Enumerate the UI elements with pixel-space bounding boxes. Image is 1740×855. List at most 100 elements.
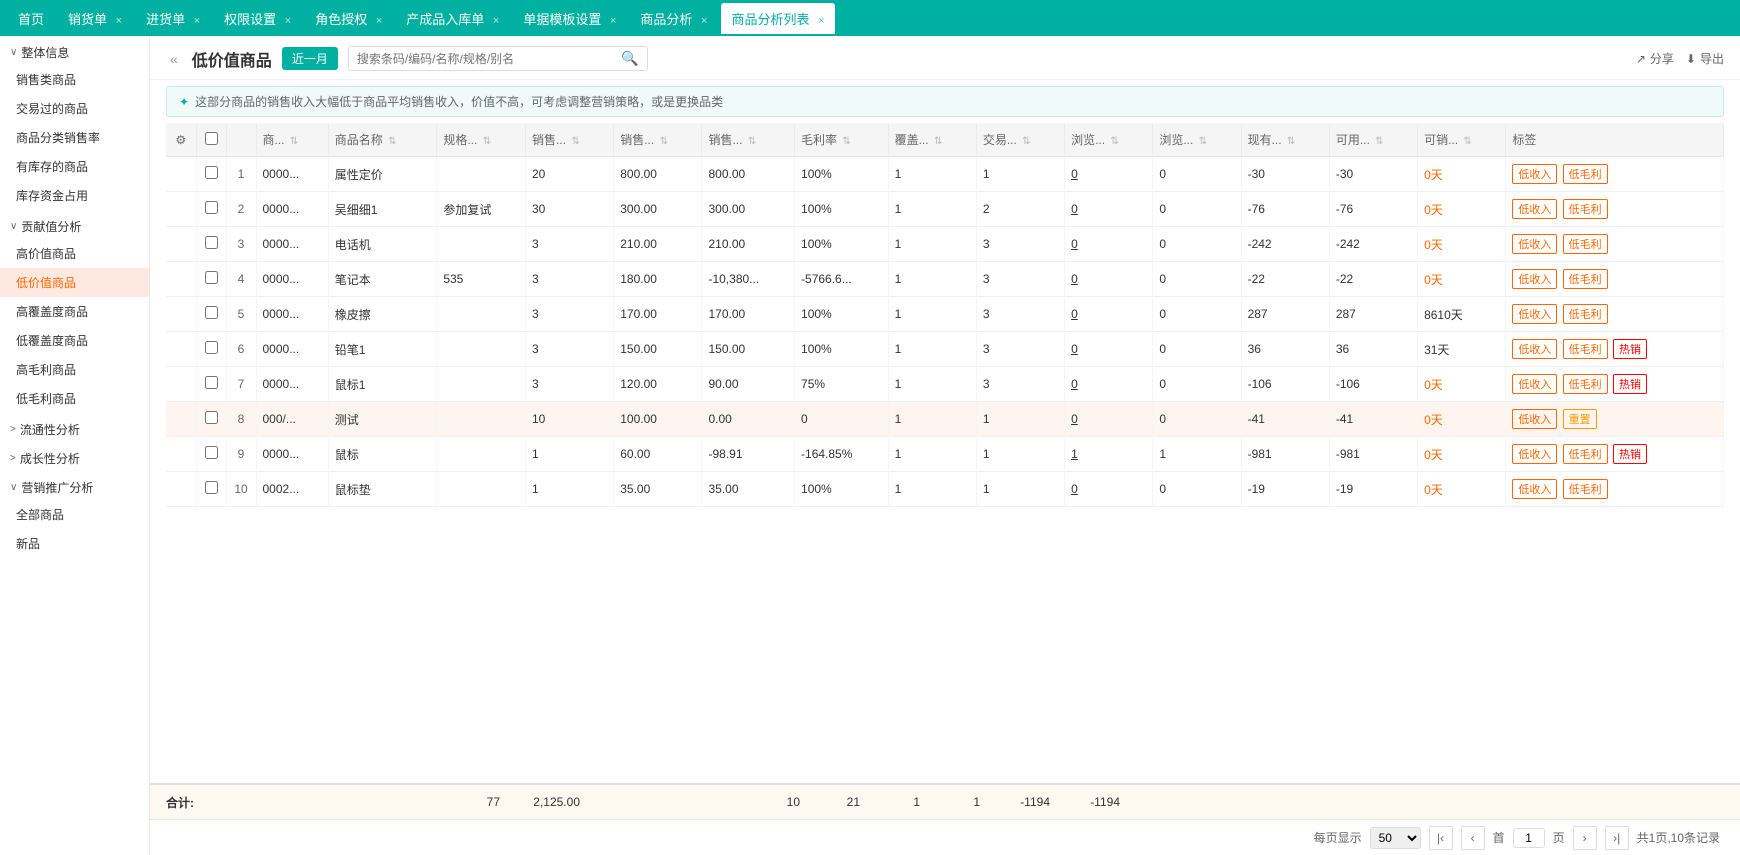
table-container[interactable]: ⚙ 商... ⇅ 商品名称 ⇅ 规格... ⇅ 销售... ⇅ 销售... ⇅ … [166,123,1724,783]
sidebar-section-flow[interactable]: > 流通性分析 [0,413,149,442]
next-page-button[interactable]: › [1573,826,1597,850]
browse1-link[interactable]: 0 [1071,377,1078,391]
close-icon[interactable]: × [194,15,200,27]
row-checkbox[interactable] [205,271,218,284]
row-browse1[interactable]: 0 [1065,472,1153,507]
row-browse1[interactable]: 0 [1065,367,1153,402]
row-checkbox[interactable] [205,446,218,459]
col-sales-amount[interactable]: 销售... ⇅ [702,123,795,157]
sidebar-collapse-button[interactable]: « [166,49,182,69]
search-icon[interactable]: 🔍 [621,50,638,67]
sidebar-item-new-goods[interactable]: 新品 [0,529,149,558]
col-sales-price[interactable]: 销售... ⇅ [614,123,702,157]
row-checkbox-cell[interactable] [196,472,226,507]
export-button[interactable]: ⬇ 导出 [1686,50,1724,67]
nav-item-goods[interactable]: 商品分析 × [630,3,717,34]
row-checkbox-cell[interactable] [196,157,226,192]
filter-period-button[interactable]: 近一月 [282,47,338,70]
col-name[interactable]: 商品名称 ⇅ [328,123,437,157]
col-spec[interactable]: 规格... ⇅ [437,123,526,157]
nav-item-product[interactable]: 产成品入库单 × [396,3,509,34]
nav-item-template[interactable]: 单据模板设置 × [513,3,626,34]
row-checkbox[interactable] [205,306,218,319]
sidebar-item-traded-goods[interactable]: 交易过的商品 [0,94,149,123]
row-browse1[interactable]: 0 [1065,297,1153,332]
search-input[interactable] [357,52,617,66]
browse1-link[interactable]: 0 [1071,307,1078,321]
sidebar-item-high-coverage[interactable]: 高覆盖度商品 [0,297,149,326]
row-checkbox-cell[interactable] [196,192,226,227]
row-browse1[interactable]: 0 [1065,192,1153,227]
row-browse1[interactable]: 0 [1065,262,1153,297]
close-icon[interactable]: × [818,15,824,27]
row-checkbox-cell[interactable] [196,227,226,262]
sidebar-item-stock-goods[interactable]: 有库存的商品 [0,152,149,181]
row-browse1[interactable]: 1 [1065,437,1153,472]
sidebar-item-stock-capital[interactable]: 库存资金占用 [0,181,149,210]
close-icon[interactable]: × [116,15,122,27]
col-sales-qty[interactable]: 销售... ⇅ [525,123,613,157]
select-all-checkbox[interactable] [205,132,218,145]
sidebar-item-sales-goods[interactable]: 销售类商品 [0,65,149,94]
page-number-input[interactable] [1513,828,1545,848]
row-checkbox-cell[interactable] [196,367,226,402]
browse1-link[interactable]: 0 [1071,167,1078,181]
row-checkbox[interactable] [205,236,218,249]
browse1-link[interactable]: 0 [1071,482,1078,496]
sidebar-item-low-coverage[interactable]: 低覆盖度商品 [0,326,149,355]
close-icon[interactable]: × [701,15,707,27]
share-button[interactable]: ↗ 分享 [1636,50,1674,67]
row-browse1[interactable]: 0 [1065,402,1153,437]
sidebar-item-high-margin[interactable]: 高毛利商品 [0,355,149,384]
col-browse2[interactable]: 浏览... ⇅ [1153,123,1241,157]
row-checkbox-cell[interactable] [196,262,226,297]
col-available[interactable]: 可用... ⇅ [1329,123,1417,157]
nav-item-permission[interactable]: 权限设置 × [214,3,301,34]
row-checkbox[interactable] [205,481,218,494]
col-gross-rate[interactable]: 毛利率 ⇅ [795,123,889,157]
sidebar-section-growth[interactable]: > 成长性分析 [0,442,149,471]
first-page-button[interactable]: |‹ [1429,826,1453,850]
sidebar-item-low-margin[interactable]: 低毛利商品 [0,384,149,413]
sidebar-item-high-value[interactable]: 高价值商品 [0,239,149,268]
close-icon[interactable]: × [376,15,382,27]
browse1-link[interactable]: 0 [1071,202,1078,216]
col-settings[interactable]: ⚙ [166,123,196,157]
nav-item-role[interactable]: 角色授权 × [305,3,392,34]
row-browse1[interactable]: 0 [1065,227,1153,262]
per-page-select[interactable]: 50 100 200 [1370,827,1421,849]
sidebar-section-marketing[interactable]: ∨ 营销推广分析 [0,471,149,500]
row-browse1[interactable]: 0 [1065,332,1153,367]
close-icon[interactable]: × [610,15,616,27]
col-stock[interactable]: 现有... ⇅ [1241,123,1329,157]
browse1-link[interactable]: 1 [1071,447,1078,461]
row-checkbox[interactable] [205,201,218,214]
row-checkbox[interactable] [205,411,218,424]
prev-page-button[interactable]: ‹ [1461,826,1485,850]
row-checkbox[interactable] [205,376,218,389]
row-checkbox[interactable] [205,166,218,179]
nav-item-goods-list[interactable]: 商品分析列表 × [721,3,834,34]
row-checkbox[interactable] [205,341,218,354]
nav-item-purchase[interactable]: 进货单 × [136,3,210,34]
sidebar-item-all-goods[interactable]: 全部商品 [0,500,149,529]
col-trade[interactable]: 交易... ⇅ [976,123,1064,157]
sidebar-item-category-rate[interactable]: 商品分类销售率 [0,123,149,152]
browse1-link[interactable]: 0 [1071,412,1078,426]
last-page-button[interactable]: ›| [1605,826,1629,850]
sidebar-item-low-value[interactable]: 低价值商品 [0,268,149,297]
sidebar-section-contribution[interactable]: ∨ 贡献值分析 [0,210,149,239]
close-icon[interactable]: × [493,15,499,27]
browse1-link[interactable]: 0 [1071,237,1078,251]
sidebar-section-general[interactable]: ∨ 整体信息 [0,36,149,65]
row-checkbox-cell[interactable] [196,437,226,472]
nav-item-home[interactable]: 首页 [8,3,54,34]
browse1-link[interactable]: 0 [1071,342,1078,356]
col-saleable[interactable]: 可销... ⇅ [1418,123,1506,157]
col-code[interactable]: 商... ⇅ [256,123,328,157]
row-checkbox-cell[interactable] [196,297,226,332]
browse1-link[interactable]: 0 [1071,272,1078,286]
col-browse1[interactable]: 浏览... ⇅ [1065,123,1153,157]
nav-item-sales[interactable]: 销货单 × [58,3,132,34]
row-browse1[interactable]: 0 [1065,157,1153,192]
